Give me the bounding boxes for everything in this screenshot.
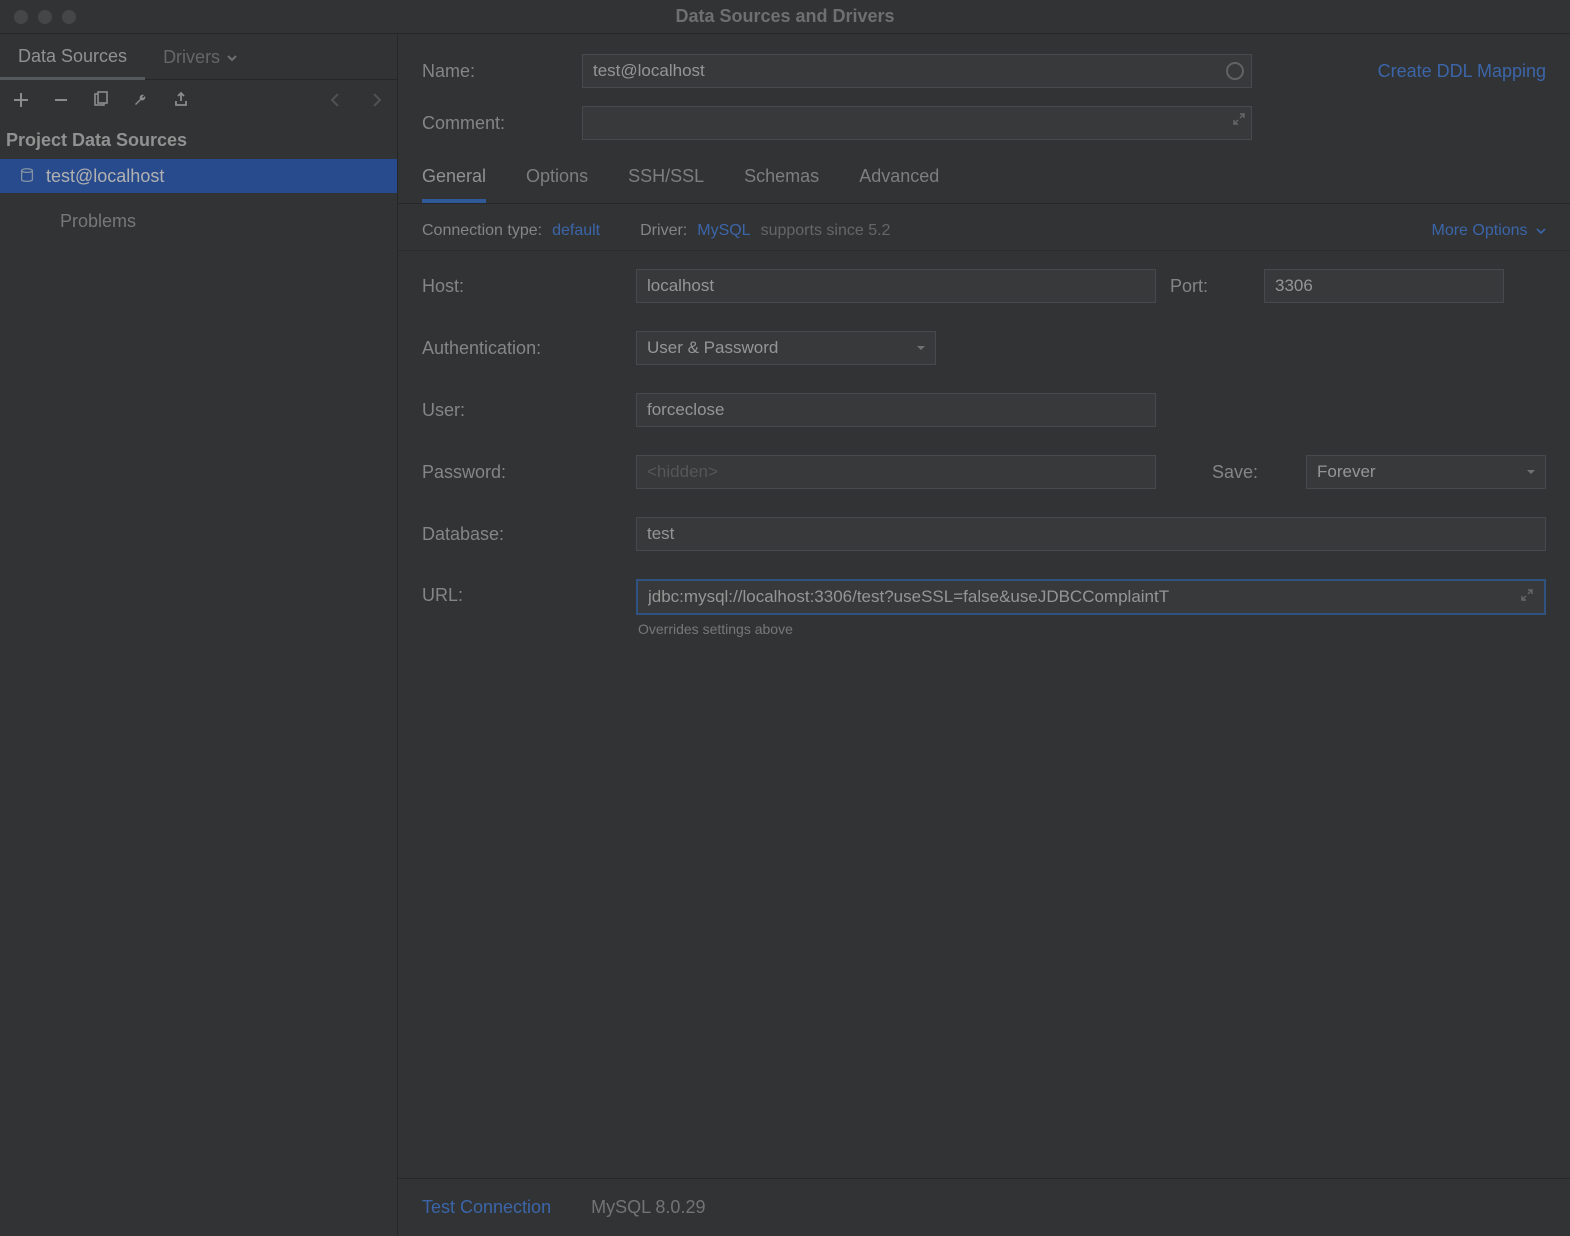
tab-data-sources[interactable]: Data Sources	[0, 34, 145, 80]
sidebar-section-title: Project Data Sources	[0, 120, 397, 159]
wrench-icon[interactable]	[130, 89, 152, 111]
add-icon[interactable]	[10, 89, 32, 111]
connection-form: Host: Port: Authentication: User & Passw…	[398, 251, 1570, 1178]
database-icon	[18, 167, 36, 185]
main-panel: Name: Create DDL Mapping Comment: Genera…	[398, 34, 1570, 1236]
driver-version: MySQL 8.0.29	[591, 1197, 705, 1218]
authentication-value: User & Password	[647, 338, 778, 358]
password-label: Password:	[422, 462, 622, 483]
tab-drivers[interactable]: Drivers	[145, 35, 256, 78]
save-label: Save:	[1212, 462, 1292, 483]
sidebar: Data Sources Drivers	[0, 34, 398, 1236]
sidebar-tabs: Data Sources Drivers	[0, 34, 397, 80]
tab-schemas[interactable]: Schemas	[744, 166, 819, 203]
test-connection-link[interactable]: Test Connection	[422, 1197, 551, 1218]
status-circle-icon	[1226, 62, 1244, 80]
tab-options[interactable]: Options	[526, 166, 588, 203]
name-label: Name:	[422, 61, 572, 82]
chevron-down-icon	[1525, 466, 1537, 478]
title-bar: Data Sources and Drivers	[0, 0, 1570, 34]
sidebar-item-label: test@localhost	[46, 166, 164, 187]
chevron-down-icon	[1536, 226, 1546, 236]
sidebar-item-datasource[interactable]: test@localhost	[0, 159, 397, 193]
url-input[interactable]	[636, 579, 1546, 615]
footer-bar: Test Connection MySQL 8.0.29	[398, 1178, 1570, 1236]
chevron-down-icon	[915, 342, 927, 354]
port-input[interactable]	[1264, 269, 1504, 303]
save-value: Forever	[1317, 462, 1376, 482]
comment-input[interactable]	[582, 106, 1252, 140]
window-controls	[0, 10, 76, 24]
tab-general[interactable]: General	[422, 166, 486, 203]
connection-type-label: Connection type:	[422, 222, 542, 240]
more-options-link[interactable]: More Options	[1432, 222, 1547, 240]
database-input[interactable]	[636, 517, 1546, 551]
driver-link[interactable]: MySQL	[697, 222, 750, 240]
tab-advanced[interactable]: Advanced	[859, 166, 939, 203]
expand-icon[interactable]	[1232, 112, 1246, 126]
connection-info-bar: Connection type: default Driver: MySQL s…	[398, 204, 1570, 251]
copy-icon[interactable]	[90, 89, 112, 111]
name-input[interactable]	[582, 54, 1252, 88]
driver-supports: supports since 5.2	[761, 222, 891, 240]
user-label: User:	[422, 400, 622, 421]
database-label: Database:	[422, 524, 622, 545]
sidebar-toolbar	[0, 80, 397, 120]
host-label: Host:	[422, 276, 622, 297]
tab-ssh-ssl[interactable]: SSH/SSL	[628, 166, 704, 203]
detail-tabs: General Options SSH/SSL Schemas Advanced	[398, 148, 1570, 204]
more-options-label: More Options	[1432, 222, 1528, 239]
export-icon[interactable]	[170, 89, 192, 111]
authentication-select[interactable]: User & Password	[636, 331, 936, 365]
expand-icon[interactable]	[1520, 588, 1538, 606]
url-hint: Overrides settings above	[636, 621, 1546, 637]
sidebar-item-problems[interactable]: Problems	[0, 193, 397, 232]
url-label: URL:	[422, 579, 622, 606]
save-select[interactable]: Forever	[1306, 455, 1546, 489]
authentication-label: Authentication:	[422, 338, 622, 359]
remove-icon[interactable]	[50, 89, 72, 111]
chevron-down-icon	[226, 52, 238, 64]
close-window-dot[interactable]	[14, 10, 28, 24]
comment-label: Comment:	[422, 113, 572, 134]
window-title: Data Sources and Drivers	[0, 6, 1570, 27]
header-form: Name: Create DDL Mapping Comment:	[398, 34, 1570, 148]
user-input[interactable]	[636, 393, 1156, 427]
connection-type-link[interactable]: default	[552, 222, 600, 240]
maximize-window-dot[interactable]	[62, 10, 76, 24]
password-input[interactable]	[636, 455, 1156, 489]
minimize-window-dot[interactable]	[38, 10, 52, 24]
port-label: Port:	[1170, 276, 1250, 297]
host-input[interactable]	[636, 269, 1156, 303]
driver-label: Driver:	[640, 222, 687, 240]
forward-arrow-icon	[365, 89, 387, 111]
tab-drivers-label: Drivers	[163, 47, 220, 68]
back-arrow-icon	[325, 89, 347, 111]
create-ddl-mapping-link[interactable]: Create DDL Mapping	[1354, 61, 1546, 82]
